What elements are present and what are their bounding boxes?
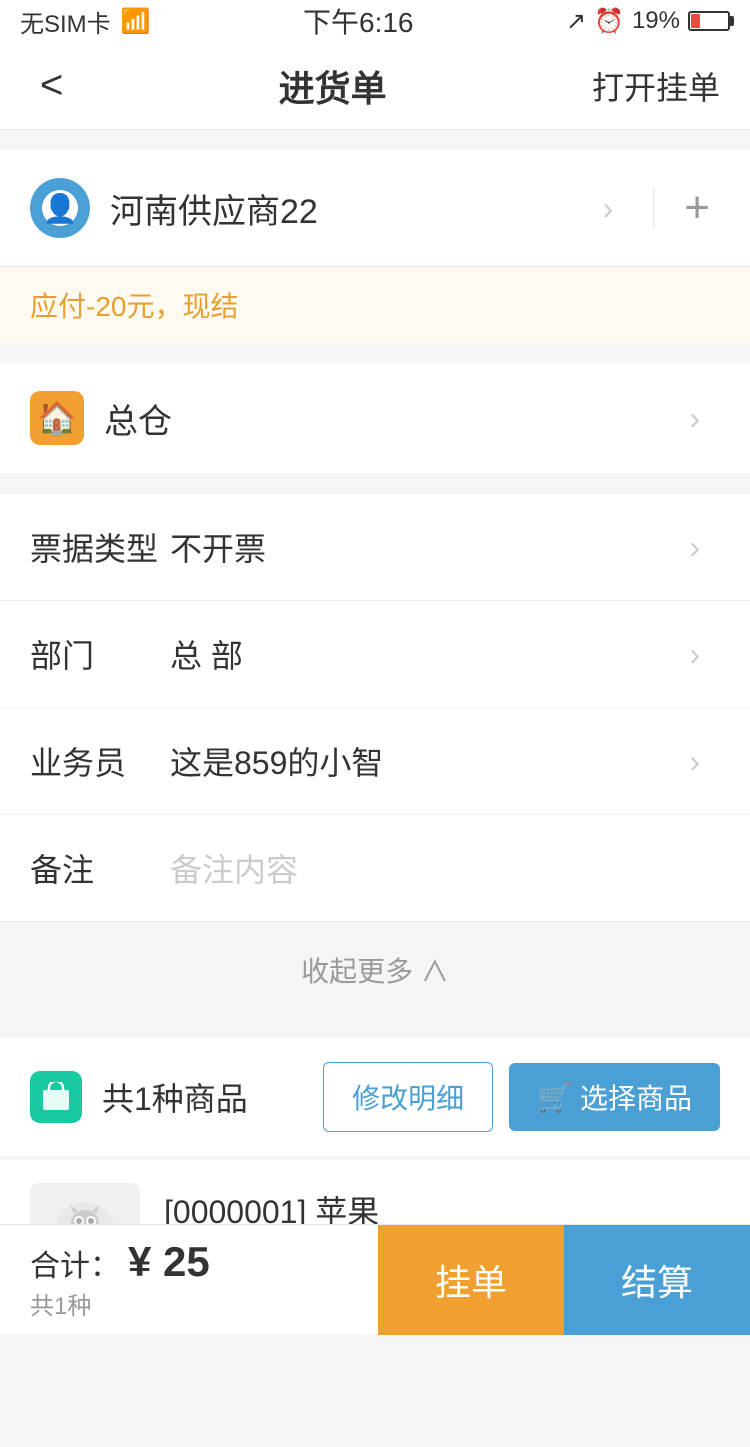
- status-bar: 无SIM卡 📶 下午6:16 ↗ ⏰ 19%: [0, 0, 750, 42]
- nav-bar: < 进货单 打开挂单: [0, 42, 750, 130]
- collapse-label: 收起更多 ∧: [301, 956, 449, 987]
- invoice-type-value: 不开票: [170, 524, 689, 570]
- remark-label: 备注: [30, 845, 170, 891]
- department-label: 部门: [30, 631, 170, 677]
- chevron-right-icon: ›: [689, 400, 700, 437]
- invoice-type-label: 票据类型: [30, 524, 170, 570]
- supplier-section: 👤 河南供应商22 › + 应付-20元，现结: [0, 150, 750, 343]
- department-value: 总 部: [170, 631, 689, 677]
- department-row[interactable]: 部门 总 部 ›: [0, 600, 750, 707]
- products-header: 共1种商品 修改明细 🛒 选择商品: [0, 1038, 750, 1156]
- select-product-button[interactable]: 🛒 选择商品: [509, 1063, 720, 1131]
- avatar-inner: 👤: [42, 190, 78, 226]
- sales-person-label: 业务员: [30, 738, 170, 784]
- open-hold-button[interactable]: 打开挂单: [592, 63, 720, 109]
- wifi-icon: 📶: [121, 7, 151, 36]
- bottom-bar: 合计： ¥ 25 共1种 挂单 结算: [0, 1224, 750, 1334]
- hold-button[interactable]: 挂单: [378, 1225, 564, 1335]
- payment-notice: 应付-20元，现结: [0, 266, 750, 343]
- alarm-icon: ⏰: [594, 7, 624, 36]
- modify-detail-button[interactable]: 修改明细: [323, 1062, 493, 1132]
- checkout-button[interactable]: 结算: [564, 1225, 750, 1335]
- supplier-name: 河南供应商22: [110, 184, 603, 233]
- total-sub: 共1种: [30, 1286, 348, 1321]
- page-title: 进货单: [279, 60, 387, 112]
- warehouse-name: 总仓: [104, 394, 689, 443]
- add-button[interactable]: +: [674, 183, 720, 233]
- chevron-right-icon: ›: [689, 743, 700, 780]
- sales-person-row[interactable]: 业务员 这是859的小智 ›: [0, 707, 750, 814]
- select-product-icon: 🛒: [537, 1081, 572, 1114]
- carrier-label: 无SIM卡: [20, 4, 111, 39]
- sales-person-value: 这是859的小智: [170, 738, 689, 784]
- location-icon: ↗: [566, 7, 586, 36]
- warehouse-row[interactable]: 🏠 总仓 ›: [0, 363, 750, 473]
- total-section: 合计： ¥ 25 共1种: [0, 1238, 378, 1321]
- back-button[interactable]: <: [30, 53, 73, 118]
- remark-row[interactable]: 备注 备注内容: [0, 814, 750, 921]
- remark-input[interactable]: 备注内容: [170, 845, 720, 891]
- form-section: 票据类型 不开票 › 部门 总 部 › 业务员 这是859的小智 › 备注 备注…: [0, 493, 750, 921]
- battery-percent: 19%: [632, 7, 680, 35]
- supplier-row[interactable]: 👤 河南供应商22 › +: [0, 150, 750, 266]
- products-icon: [30, 1071, 82, 1123]
- select-product-label: 选择商品: [580, 1077, 692, 1117]
- products-count: 共1种商品: [102, 1074, 323, 1120]
- chevron-right-icon: ›: [689, 636, 700, 673]
- invoice-type-row[interactable]: 票据类型 不开票 ›: [0, 493, 750, 600]
- divider: [653, 188, 654, 228]
- collapse-row[interactable]: 收起更多 ∧: [0, 921, 750, 1018]
- status-right: ↗ ⏰ 19%: [566, 7, 730, 36]
- chevron-right-icon: ›: [689, 529, 700, 566]
- payment-text: 应付-20元，现结: [30, 291, 238, 322]
- total-label-row: 合计： ¥ 25: [30, 1238, 348, 1286]
- warehouse-icon: 🏠: [30, 391, 84, 445]
- status-left: 无SIM卡 📶: [20, 4, 151, 39]
- status-time: 下午6:16: [303, 1, 414, 41]
- user-icon: 👤: [43, 192, 78, 225]
- supplier-avatar: 👤: [30, 178, 90, 238]
- total-amount: ¥ 25: [128, 1238, 210, 1286]
- chevron-right-icon: ›: [603, 190, 614, 227]
- battery-icon: [688, 11, 730, 31]
- total-label: 合计：: [30, 1241, 120, 1285]
